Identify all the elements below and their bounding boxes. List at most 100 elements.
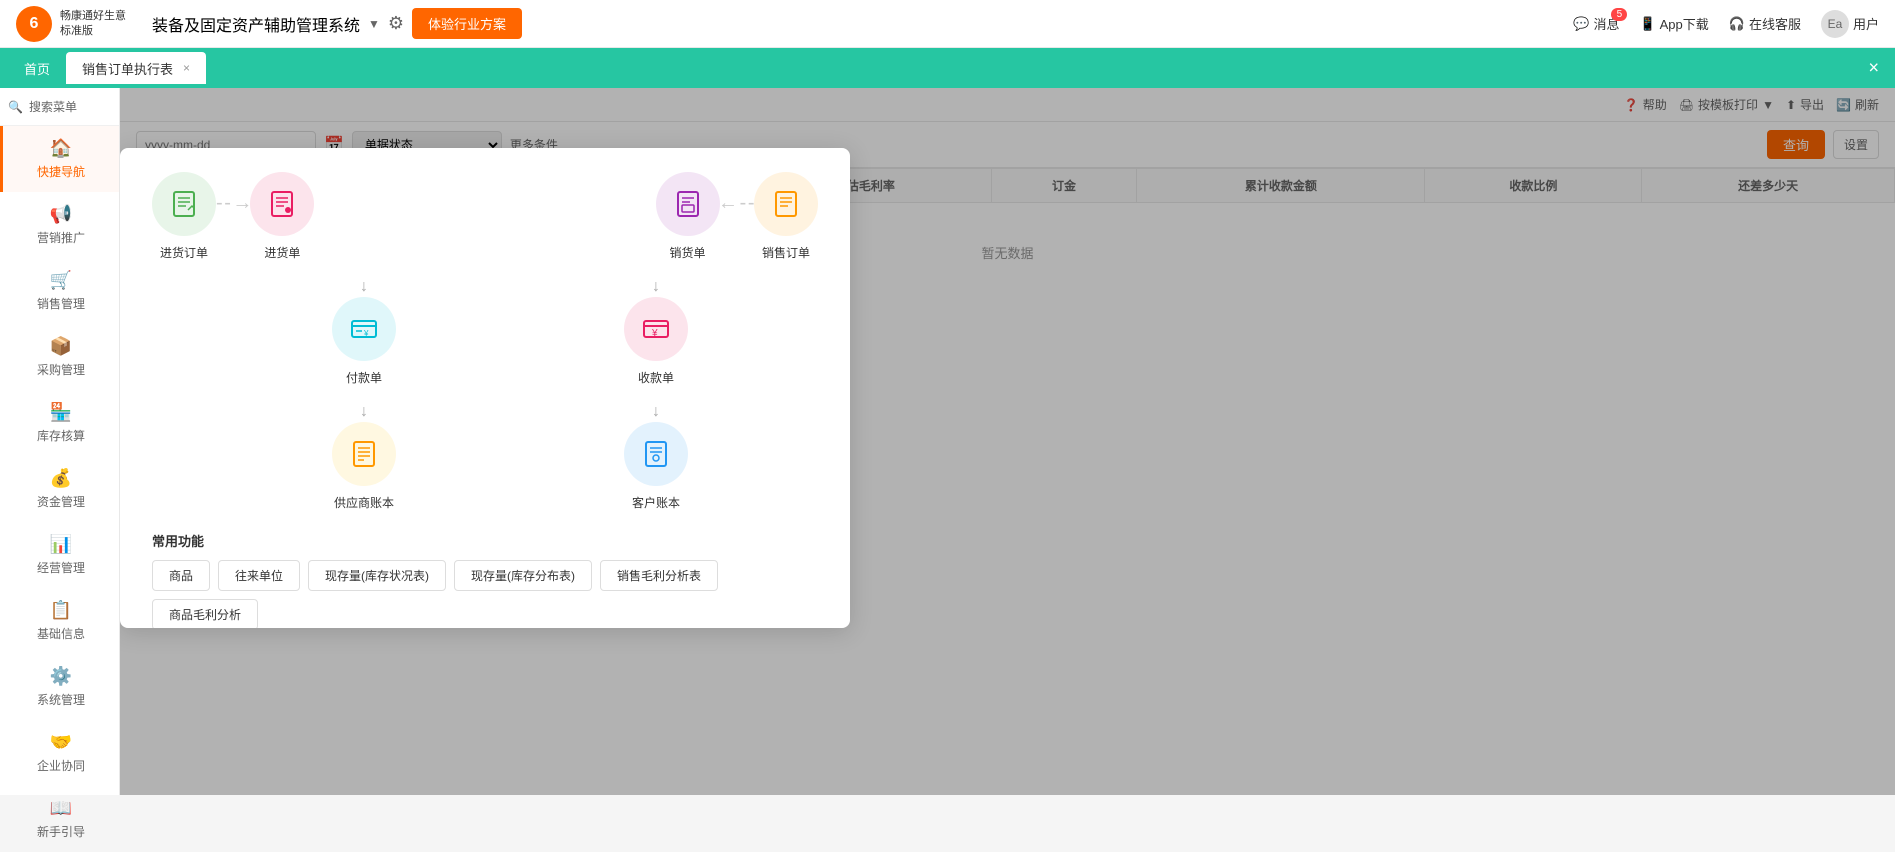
- purchase-bill-icon: [250, 172, 314, 236]
- flow-bottom-row: ↓ 供应商账本 ↓: [152, 402, 818, 511]
- flow-node-payment-bill[interactable]: ¥ 付款单: [332, 297, 396, 386]
- customer-account-label: 客户账本: [632, 494, 680, 511]
- settings-icon[interactable]: ⚙: [388, 13, 404, 34]
- tab-close-icon[interactable]: ×: [183, 61, 190, 75]
- svg-text:¥: ¥: [651, 328, 658, 339]
- flow-node-receipt-bill[interactable]: ¥ 收款单: [624, 297, 688, 386]
- basic-info-icon: 📋: [50, 600, 72, 621]
- sidebar-item-basic-info[interactable]: 📋 基础信息: [0, 588, 119, 654]
- system-name: 装备及固定资产辅助管理系统: [152, 12, 360, 36]
- main-layout: 🔍 搜索菜单 🏠 快捷导航 📢 营销推广 🛒 销售管理 📦 采购管理 🏪 库存核…: [0, 88, 1895, 795]
- sales-bill-icon: [656, 172, 720, 236]
- sidebar-item-purchase[interactable]: 📦 采购管理: [0, 324, 119, 390]
- finance-icon: 💰: [50, 468, 72, 489]
- sidebar-item-system[interactable]: ⚙️ 系统管理: [0, 654, 119, 720]
- tab-home[interactable]: 首页: [8, 52, 66, 84]
- avatar: Ea: [1821, 10, 1849, 38]
- flow-top-row: 进货订单 - - → 进货单: [152, 172, 818, 261]
- logo-icon: 6: [16, 6, 52, 42]
- tab-bar-close-icon[interactable]: ×: [1868, 58, 1879, 79]
- tab-sales-order[interactable]: 销售订单执行表 ×: [66, 52, 206, 84]
- popup-box: 进货订单 - - → 进货单: [120, 148, 850, 628]
- flow-node-purchase-bill[interactable]: 进货单: [250, 172, 314, 261]
- arrow-down-payment: ↓: [360, 279, 368, 295]
- arrow-sales-order-to-bill: - - →: [720, 172, 754, 215]
- payment-bill-icon: ¥: [332, 297, 396, 361]
- purchase-order-icon: [152, 172, 216, 236]
- beginner-icon: 📖: [50, 798, 72, 819]
- message-button[interactable]: 💬 消息 5: [1573, 14, 1619, 33]
- home-icon: 🏠: [50, 138, 72, 159]
- func-btn-stock-status[interactable]: 现存量(库存状况表): [308, 560, 446, 591]
- popup-overlay[interactable]: 进货订单 - - → 进货单: [120, 88, 1895, 795]
- receipt-bill-icon: ¥: [624, 297, 688, 361]
- logo-text: 畅康通好生意 标准版: [60, 9, 126, 38]
- system-title: 装备及固定资产辅助管理系统 ▼ ⚙ 体验行业方案: [152, 8, 1573, 39]
- func-btn-partner[interactable]: 往来单位: [218, 560, 300, 591]
- trial-button[interactable]: 体验行业方案: [412, 8, 522, 39]
- sales-order-icon: [754, 172, 818, 236]
- header: 6 畅康通好生意 标准版 装备及固定资产辅助管理系统 ▼ ⚙ 体验行业方案 💬 …: [0, 0, 1895, 48]
- flow-node-sales-order[interactable]: 销售订单: [754, 172, 818, 261]
- arrow-purchase-to-bill: - - →: [216, 172, 250, 215]
- arrow-down-customer: ↓: [652, 404, 660, 420]
- flow-node-supplier-account[interactable]: 供应商账本: [332, 422, 396, 511]
- operation-icon: 📊: [50, 534, 72, 555]
- supplier-column: ↓ 供应商账本: [332, 402, 396, 511]
- user-menu-button[interactable]: Ea 用户: [1821, 10, 1879, 38]
- flow-middle-row: ↓ ¥ 付款单 ↓ ¥: [152, 277, 818, 386]
- sidebar-item-operation[interactable]: 📊 经营管理: [0, 522, 119, 588]
- func-btn-sales-profit[interactable]: 销售毛利分析表: [600, 560, 718, 591]
- message-icon: 💬: [1573, 16, 1589, 32]
- func-btn-product-profit[interactable]: 商品毛利分析: [152, 599, 258, 628]
- system-dropdown-button[interactable]: ▼: [368, 17, 380, 31]
- sidebar-item-sales[interactable]: 🛒 销售管理: [0, 258, 119, 324]
- marketing-icon: 📢: [50, 204, 72, 225]
- content-area: ❓ 帮助 🖨 按模板打印 ▼ ⬆ 导出 🔄 刷新 📅 单据状态: [120, 88, 1895, 795]
- flow-node-customer-account[interactable]: 客户账本: [624, 422, 688, 511]
- func-buttons-row1: 商品 往来单位 现存量(库存状况表) 现存量(库存分布表) 销售毛利分析表 商品…: [152, 560, 818, 628]
- inventory-icon: 🏪: [50, 402, 72, 423]
- headset-icon: 🎧: [1729, 16, 1745, 32]
- cooperation-icon: 🤝: [50, 732, 72, 753]
- supplier-account-icon: [332, 422, 396, 486]
- sidebar: 🔍 搜索菜单 🏠 快捷导航 📢 营销推广 🛒 销售管理 📦 采购管理 🏪 库存核…: [0, 88, 120, 795]
- app-download-button[interactable]: 📱 App下载: [1639, 14, 1708, 33]
- sales-row-right: 销货单 - - → 销售订单: [656, 172, 818, 261]
- sales-bill-label: 销货单: [670, 244, 706, 261]
- receipt-column: ↓ ¥ 收款单: [624, 277, 688, 386]
- online-service-button[interactable]: 🎧 在线客服: [1729, 14, 1801, 33]
- purchase-bill-label: 进货单: [264, 244, 300, 261]
- sidebar-item-inventory[interactable]: 🏪 库存核算: [0, 390, 119, 456]
- tab-bar: 首页 销售订单执行表 × ×: [0, 48, 1895, 88]
- arrow-down-supplier: ↓: [360, 404, 368, 420]
- sidebar-item-quick-guide[interactable]: 🏠 快捷导航: [0, 126, 119, 192]
- purchase-order-label: 进货订单: [160, 244, 208, 261]
- purchase-icon: 📦: [50, 336, 72, 357]
- logo-area: 6 畅康通好生意 标准版: [16, 6, 136, 42]
- sidebar-item-finance[interactable]: 💰 资金管理: [0, 456, 119, 522]
- customer-account-icon: [624, 422, 688, 486]
- payment-bill-label: 付款单: [346, 369, 382, 386]
- customer-column: ↓ 客户账本: [624, 402, 688, 511]
- arrow-down-receipt: ↓: [652, 279, 660, 295]
- receipt-bill-label: 收款单: [638, 369, 674, 386]
- common-functions-title: 常用功能: [152, 531, 818, 550]
- func-btn-product[interactable]: 商品: [152, 560, 210, 591]
- supplier-account-label: 供应商账本: [334, 494, 394, 511]
- flow-node-purchase-order[interactable]: 进货订单: [152, 172, 216, 261]
- phone-icon: 📱: [1639, 16, 1655, 32]
- sidebar-item-cooperation[interactable]: 🤝 企业协同: [0, 720, 119, 786]
- sidebar-item-beginner[interactable]: 📖 新手引导: [0, 786, 119, 852]
- flow-node-sales-bill[interactable]: 销货单: [656, 172, 720, 261]
- system-icon: ⚙️: [50, 666, 72, 687]
- sales-order-label: 销售订单: [762, 244, 810, 261]
- search-menu-button[interactable]: 🔍 搜索菜单: [0, 88, 119, 126]
- sidebar-item-marketing[interactable]: 📢 营销推广: [0, 192, 119, 258]
- func-btn-stock-dist[interactable]: 现存量(库存分布表): [454, 560, 592, 591]
- sales-icon: 🛒: [50, 270, 72, 291]
- message-badge: 5: [1611, 8, 1627, 21]
- header-right: 💬 消息 5 📱 App下载 🎧 在线客服 Ea 用户: [1573, 10, 1879, 38]
- svg-text:¥: ¥: [363, 329, 369, 338]
- common-functions: 常用功能 商品 往来单位 现存量(库存状况表) 现存量(库存分布表) 销售毛利分…: [152, 531, 818, 628]
